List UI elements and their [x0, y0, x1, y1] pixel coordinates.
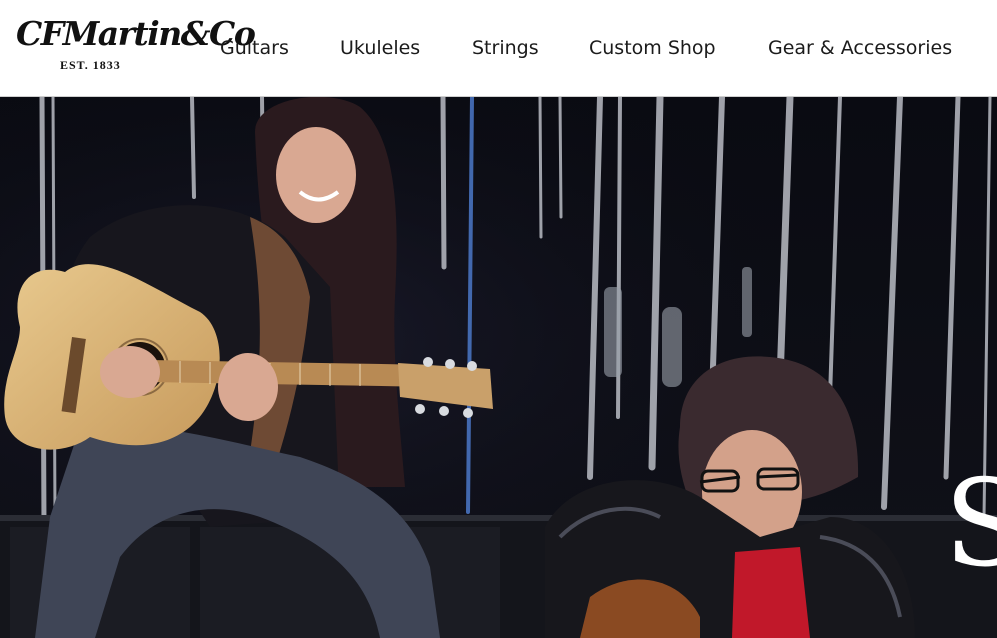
hero-photo [0, 97, 997, 638]
main-navigation: Guitars Ukuleles Strings Custom Shop Gea… [0, 36, 997, 62]
hero-headline-fragment: S [944, 455, 997, 594]
hero-banner: S [0, 97, 997, 638]
nav-item-custom-shop[interactable]: Custom Shop [589, 36, 716, 60]
nav-item-strings[interactable]: Strings [472, 36, 539, 60]
site-header: CFMartin&Co EST. 1833 Guitars Ukuleles S… [0, 0, 997, 97]
nav-item-gear-accessories[interactable]: Gear & Accessories [768, 36, 952, 60]
nav-item-ukuleles[interactable]: Ukuleles [340, 36, 420, 60]
nav-item-guitars[interactable]: Guitars [220, 36, 289, 60]
